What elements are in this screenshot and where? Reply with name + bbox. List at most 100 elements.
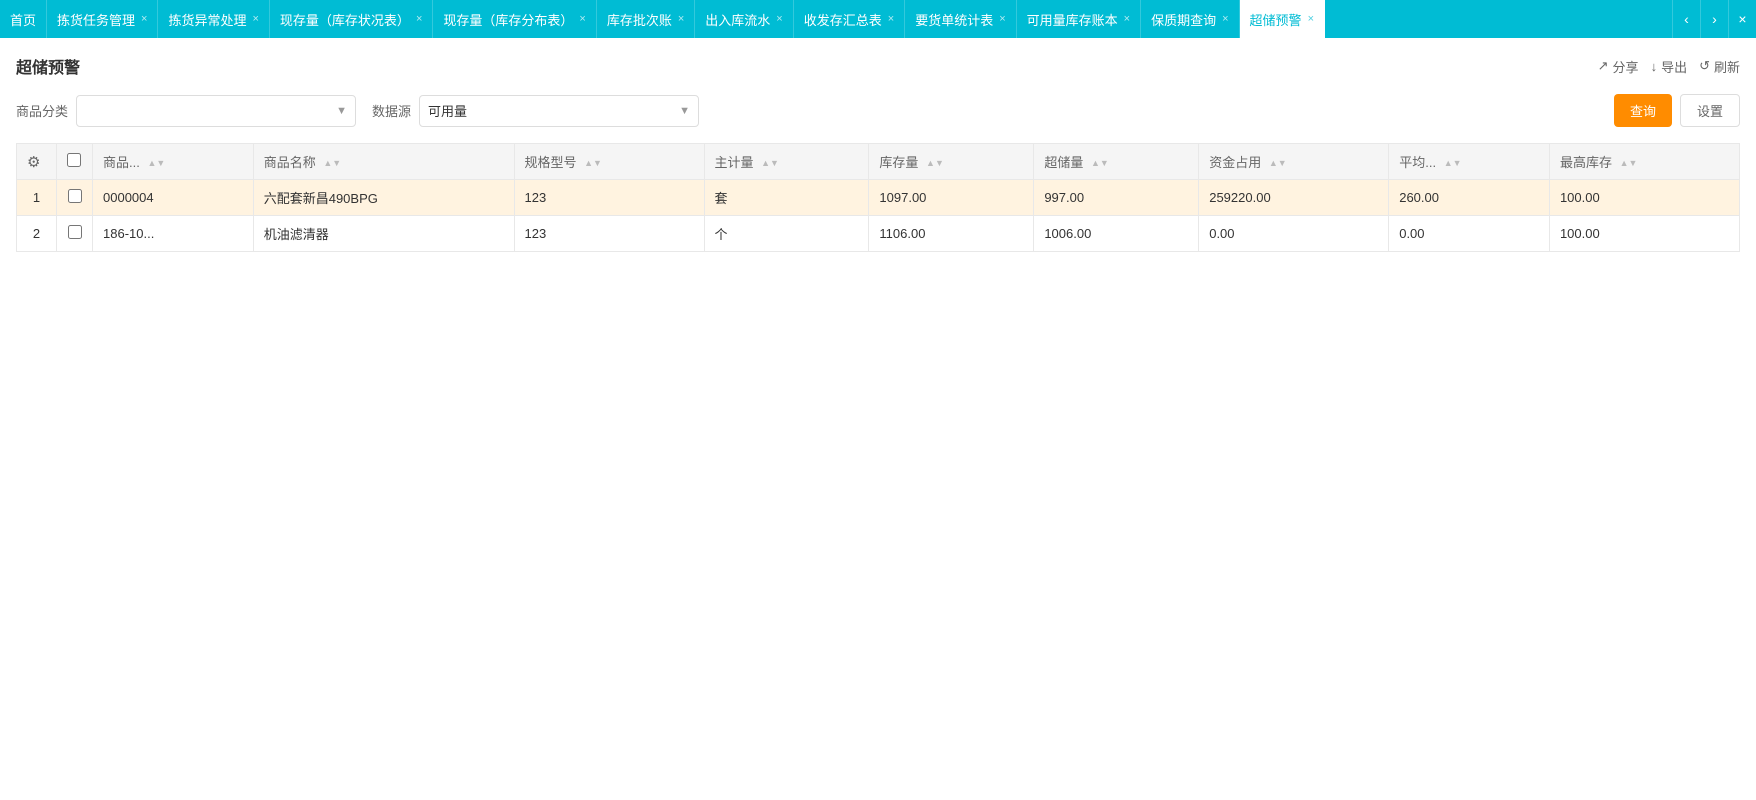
row-stock: 1106.00 bbox=[869, 216, 1034, 252]
export-icon: ↓ bbox=[1651, 59, 1658, 74]
header-unit[interactable]: 主计量 ▲▼ bbox=[704, 144, 869, 180]
gear-icon: ⚙ bbox=[27, 154, 40, 171]
nav-expiry[interactable]: 保质期查询 × bbox=[1141, 0, 1239, 38]
category-label: 商品分类 bbox=[16, 101, 68, 120]
datasource-select[interactable]: 可用量 ▼ bbox=[419, 95, 699, 127]
row-product-code: 0000004 bbox=[93, 180, 254, 216]
sort-icon: ▲▼ bbox=[926, 159, 944, 168]
row-avg: 260.00 bbox=[1389, 180, 1550, 216]
header-checkbox-cell[interactable] bbox=[57, 144, 93, 180]
close-icon[interactable]: × bbox=[678, 13, 684, 25]
filter-area: 商品分类 ▼ 数据源 可用量 ▼ 查询 设置 bbox=[16, 94, 1740, 127]
nav-next-button[interactable]: › bbox=[1700, 0, 1728, 38]
header-capital[interactable]: 资金占用 ▲▼ bbox=[1199, 144, 1389, 180]
row-product-name: 六配套新昌490BPG bbox=[253, 180, 514, 216]
page-content: 超储预警 ↗ 分享 ↓ 导出 ↺ 刷新 商品分类 ▼ 数据源 bbox=[0, 38, 1756, 800]
table-header-row: ⚙ 商品... ▲▼ 商品名称 ▲▼ 规格型号 ▲▼ 主计 bbox=[17, 144, 1740, 180]
header-gear[interactable]: ⚙ bbox=[17, 144, 57, 180]
nav-task-mgmt[interactable]: 拣货任务管理 × bbox=[47, 0, 158, 38]
row-max-stock: 100.00 bbox=[1549, 180, 1739, 216]
row-stock: 1097.00 bbox=[869, 180, 1034, 216]
row-unit: 套 bbox=[704, 180, 869, 216]
row-over-stock: 997.00 bbox=[1034, 180, 1199, 216]
datasource-filter-group: 数据源 可用量 ▼ bbox=[372, 95, 699, 127]
close-icon[interactable]: × bbox=[579, 13, 585, 25]
nav-overstock[interactable]: 超储预警 × bbox=[1240, 0, 1325, 38]
close-icon[interactable]: × bbox=[1308, 13, 1314, 25]
row-checkbox-cell[interactable] bbox=[57, 180, 93, 216]
sort-icon: ▲▼ bbox=[1269, 159, 1287, 168]
select-all-checkbox[interactable] bbox=[67, 153, 81, 167]
nav-prev-button[interactable]: ‹ bbox=[1672, 0, 1700, 38]
datasource-label: 数据源 bbox=[372, 101, 411, 120]
row-max-stock: 100.00 bbox=[1549, 216, 1739, 252]
nav-arrows: ‹ › × bbox=[1672, 0, 1756, 38]
header-stock[interactable]: 库存量 ▲▼ bbox=[869, 144, 1034, 180]
sort-icon: ▲▼ bbox=[1444, 159, 1462, 168]
close-icon[interactable]: × bbox=[141, 13, 147, 25]
nav-inventory-status[interactable]: 现存量（库存状况表） × bbox=[270, 0, 433, 38]
export-button[interactable]: ↓ 导出 bbox=[1651, 57, 1688, 76]
row-product-name: 机油滤清器 bbox=[253, 216, 514, 252]
share-button[interactable]: ↗ 分享 bbox=[1598, 57, 1639, 76]
row-spec: 123 bbox=[514, 216, 704, 252]
row-over-stock: 1006.00 bbox=[1034, 216, 1199, 252]
close-icon[interactable]: × bbox=[888, 13, 894, 25]
page-title: 超储预警 bbox=[16, 54, 80, 78]
header-avg[interactable]: 平均... ▲▼ bbox=[1389, 144, 1550, 180]
row-capital: 259220.00 bbox=[1199, 180, 1389, 216]
sort-icon: ▲▼ bbox=[323, 159, 341, 168]
close-icon[interactable]: × bbox=[416, 13, 422, 25]
sort-icon: ▲▼ bbox=[1620, 159, 1638, 168]
row-product-code: 186-10... bbox=[93, 216, 254, 252]
row-capital: 0.00 bbox=[1199, 216, 1389, 252]
header-product-name[interactable]: 商品名称 ▲▼ bbox=[253, 144, 514, 180]
chevron-down-icon: ▼ bbox=[679, 105, 690, 117]
row-spec: 123 bbox=[514, 180, 704, 216]
nav-available-stock[interactable]: 可用量库存账本 × bbox=[1017, 0, 1141, 38]
row-number: 2 bbox=[17, 216, 57, 252]
row-number: 1 bbox=[17, 180, 57, 216]
close-icon[interactable]: × bbox=[776, 13, 782, 25]
sort-icon: ▲▼ bbox=[761, 159, 779, 168]
table-row: 2 186-10... 机油滤清器 123 个 1106.00 1006.00 … bbox=[17, 216, 1740, 252]
header-product-code[interactable]: 商品... ▲▼ bbox=[93, 144, 254, 180]
nav-inventory-dist[interactable]: 现存量（库存分布表） × bbox=[433, 0, 596, 38]
row-checkbox[interactable] bbox=[68, 189, 82, 203]
close-icon[interactable]: × bbox=[1222, 13, 1228, 25]
table-row: 1 0000004 六配套新昌490BPG 123 套 1097.00 997.… bbox=[17, 180, 1740, 216]
nav-order-stats[interactable]: 要货单统计表 × bbox=[905, 0, 1016, 38]
page-header: 超储预警 ↗ 分享 ↓ 导出 ↺ 刷新 bbox=[16, 54, 1740, 78]
share-icon: ↗ bbox=[1598, 58, 1609, 74]
header-max-stock[interactable]: 最高库存 ▲▼ bbox=[1549, 144, 1739, 180]
top-navigation: 首页 拣货任务管理 × 拣货异常处理 × 现存量（库存状况表） × 现存量（库存… bbox=[0, 0, 1756, 38]
filter-action-buttons: 查询 设置 bbox=[1614, 94, 1740, 127]
refresh-button[interactable]: ↺ 刷新 bbox=[1699, 57, 1740, 76]
header-over-stock[interactable]: 超储量 ▲▼ bbox=[1034, 144, 1199, 180]
row-checkbox-cell[interactable] bbox=[57, 216, 93, 252]
nav-summary[interactable]: 收发存汇总表 × bbox=[794, 0, 905, 38]
query-button[interactable]: 查询 bbox=[1614, 94, 1672, 127]
data-table: ⚙ 商品... ▲▼ 商品名称 ▲▼ 规格型号 ▲▼ 主计 bbox=[16, 143, 1740, 252]
sort-icon: ▲▼ bbox=[147, 159, 165, 168]
nav-batch[interactable]: 库存批次账 × bbox=[597, 0, 695, 38]
close-icon[interactable]: × bbox=[999, 13, 1005, 25]
header-actions: ↗ 分享 ↓ 导出 ↺ 刷新 bbox=[1598, 57, 1740, 76]
nav-home[interactable]: 首页 bbox=[0, 0, 47, 38]
close-icon[interactable]: × bbox=[252, 13, 258, 25]
row-checkbox[interactable] bbox=[68, 225, 82, 239]
sort-icon: ▲▼ bbox=[1091, 159, 1109, 168]
row-avg: 0.00 bbox=[1389, 216, 1550, 252]
sort-icon: ▲▼ bbox=[584, 159, 602, 168]
chevron-down-icon: ▼ bbox=[336, 105, 347, 117]
nav-close-button[interactable]: × bbox=[1728, 0, 1756, 38]
header-spec[interactable]: 规格型号 ▲▼ bbox=[514, 144, 704, 180]
refresh-icon: ↺ bbox=[1699, 58, 1710, 74]
datasource-value: 可用量 bbox=[428, 101, 467, 120]
category-select[interactable]: ▼ bbox=[76, 95, 356, 127]
nav-exception[interactable]: 拣货异常处理 × bbox=[158, 0, 269, 38]
close-icon[interactable]: × bbox=[1124, 13, 1130, 25]
category-filter-group: 商品分类 ▼ bbox=[16, 95, 356, 127]
nav-inout-flow[interactable]: 出入库流水 × bbox=[695, 0, 793, 38]
settings-button[interactable]: 设置 bbox=[1680, 94, 1740, 127]
